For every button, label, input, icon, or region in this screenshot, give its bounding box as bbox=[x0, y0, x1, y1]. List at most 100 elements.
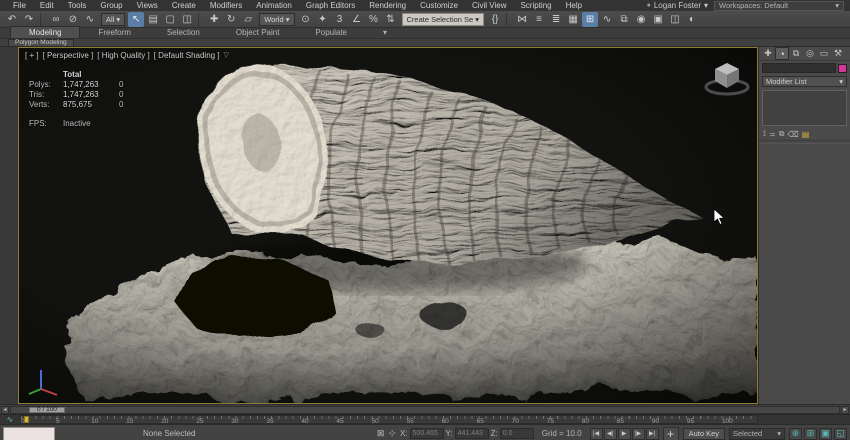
zoom-extents-icon[interactable]: ▣ bbox=[819, 428, 832, 440]
x-coordinate-field[interactable]: 500.465 bbox=[410, 428, 444, 439]
select-and-manipulate-icon[interactable]: ✦ bbox=[315, 12, 331, 27]
go-to-start-button[interactable]: |◀ bbox=[590, 428, 603, 440]
display-tab[interactable]: ▭ bbox=[817, 47, 831, 60]
workspace-dropdown[interactable]: Workspaces: Default ▾ bbox=[714, 1, 844, 11]
select-by-name-icon[interactable]: ▤ bbox=[145, 12, 161, 27]
render-setup-icon[interactable]: ▣ bbox=[650, 12, 666, 27]
z-coordinate-field[interactable]: 0.0 bbox=[500, 428, 534, 439]
menu-item[interactable]: Create bbox=[165, 1, 203, 10]
polygon-modeling-panel-tab[interactable]: Polygon Modeling bbox=[8, 39, 74, 47]
absolute-offset-mode-icon[interactable]: ⊹ bbox=[388, 428, 396, 439]
previous-frame-button[interactable]: ◀| bbox=[604, 428, 617, 440]
object-color-swatch[interactable] bbox=[838, 64, 847, 73]
viewport-nav-menu[interactable]: [ + ] bbox=[25, 51, 39, 60]
zoom-icon[interactable]: ⊕ bbox=[789, 428, 802, 440]
time-slider-track[interactable]: 0 / 100 bbox=[10, 406, 840, 414]
layer-manager-icon[interactable]: ≣ bbox=[548, 12, 564, 27]
account-menu[interactable]: ● Logan Foster ▾ bbox=[641, 1, 714, 10]
scene-explorer-icon[interactable]: ▦ bbox=[565, 12, 581, 27]
rect-selection-region-icon[interactable]: ▢ bbox=[162, 12, 178, 27]
modifier-list-dropdown[interactable]: Modifier List ▾ bbox=[762, 76, 847, 87]
ribbon-tab-freeform[interactable]: Freeform bbox=[80, 27, 148, 38]
create-selection-set-field[interactable]: Create Selection Se ▾ bbox=[402, 13, 485, 26]
viewport-shading-menu[interactable]: [ Default Shading ] bbox=[154, 51, 220, 60]
motion-tab[interactable]: ◎ bbox=[803, 47, 817, 60]
bind-to-spacewarp-icon[interactable]: ∿ bbox=[82, 12, 98, 27]
undo-icon[interactable]: ↶ bbox=[4, 12, 20, 27]
menu-item[interactable]: Graph Editors bbox=[299, 1, 362, 10]
y-coordinate-field[interactable]: 441.443 bbox=[455, 428, 489, 439]
ribbon-tab-object-paint[interactable]: Object Paint bbox=[218, 27, 298, 38]
previous-frame-arrow[interactable]: ◂ bbox=[1, 406, 9, 414]
menu-item[interactable]: Views bbox=[130, 1, 165, 10]
pin-stack-icon[interactable]: ⟟ bbox=[763, 129, 766, 139]
hierarchy-tab[interactable]: ⧉ bbox=[789, 47, 803, 60]
menu-item[interactable]: Animation bbox=[249, 1, 299, 10]
make-unique-icon[interactable]: ⧉ bbox=[779, 129, 785, 139]
select-and-move-icon[interactable]: ✚ bbox=[206, 12, 222, 27]
menu-item[interactable]: Scripting bbox=[513, 1, 558, 10]
mini-curve-editor-icon[interactable]: ∿ bbox=[0, 415, 20, 424]
menu-item[interactable]: Tools bbox=[61, 1, 94, 10]
menu-item[interactable]: File bbox=[6, 1, 33, 10]
render-production-icon[interactable]: ◐ bbox=[684, 12, 700, 27]
window-crossing-icon[interactable]: ◫ bbox=[179, 12, 195, 27]
material-editor-icon[interactable]: ◉ bbox=[633, 12, 649, 27]
maxscript-mini-listener[interactable] bbox=[3, 427, 55, 440]
menu-item[interactable]: Rendering bbox=[362, 1, 413, 10]
viewport-quality-menu[interactable]: [ High Quality ] bbox=[97, 51, 149, 60]
rendered-frame-icon[interactable]: ◫ bbox=[667, 12, 683, 27]
menu-item[interactable]: Modifiers bbox=[203, 1, 249, 10]
align-icon[interactable]: ≡ bbox=[531, 12, 547, 27]
modifier-stack-list[interactable] bbox=[762, 90, 847, 126]
current-frame-marker[interactable] bbox=[24, 416, 29, 423]
ribbon-toggle-icon[interactable]: ⊞ bbox=[582, 12, 598, 27]
viewport-pov-menu[interactable]: [ Perspective ] bbox=[43, 51, 94, 60]
menu-item[interactable]: Help bbox=[559, 1, 589, 10]
ribbon-tab-selection[interactable]: Selection bbox=[149, 27, 218, 38]
ribbon-tab-populate[interactable]: Populate bbox=[297, 27, 365, 38]
maximize-viewport-icon[interactable]: ◱ bbox=[834, 428, 847, 440]
select-object-icon[interactable]: ↖ bbox=[128, 12, 144, 27]
utilities-tab[interactable]: ⚒ bbox=[831, 47, 845, 60]
unlink-selection-icon[interactable]: ⊘ bbox=[65, 12, 81, 27]
ribbon-minimize-icon[interactable]: ▾ bbox=[365, 27, 405, 38]
configure-modifier-sets-icon[interactable]: ▤ bbox=[802, 130, 810, 139]
menu-item[interactable]: Customize bbox=[413, 1, 465, 10]
viewcube[interactable] bbox=[703, 56, 751, 98]
selection-lock-icon[interactable]: ⊠ bbox=[377, 428, 385, 439]
percent-snap-icon[interactable]: % bbox=[366, 12, 382, 27]
next-frame-arrow[interactable]: ▸ bbox=[841, 406, 849, 414]
angle-snap-icon[interactable]: ∠ bbox=[349, 12, 365, 27]
remove-modifier-icon[interactable]: ⌫ bbox=[787, 130, 798, 139]
show-end-result-icon[interactable]: ≍ bbox=[769, 130, 776, 139]
menu-item[interactable]: Group bbox=[93, 1, 129, 10]
track-bar-ruler[interactable]: 0510152025303540455055606570758085909510… bbox=[20, 415, 758, 424]
modify-tab[interactable]: ◔ bbox=[775, 47, 789, 60]
snaps-toggle-icon[interactable]: 3 bbox=[332, 12, 348, 27]
object-name-field[interactable] bbox=[762, 63, 836, 73]
select-and-link-icon[interactable]: ∞ bbox=[48, 12, 64, 27]
key-filter-dropdown[interactable]: Selected ▾ bbox=[729, 428, 785, 440]
spinner-snap-icon[interactable]: ⇅ bbox=[383, 12, 399, 27]
select-and-rotate-icon[interactable]: ↻ bbox=[223, 12, 239, 27]
set-key-button[interactable]: + bbox=[663, 427, 679, 440]
ribbon-tab-modeling[interactable]: Modeling bbox=[10, 26, 80, 38]
next-frame-button[interactable]: |▶ bbox=[632, 428, 645, 440]
use-pivot-center-icon[interactable]: ⊙ bbox=[298, 12, 314, 27]
time-slider-handle[interactable]: 0 / 100 bbox=[29, 407, 65, 413]
schematic-view-icon[interactable]: ⧉ bbox=[616, 12, 632, 27]
edit-named-sets-icon[interactable]: {} bbox=[487, 12, 503, 27]
viewport-filter-icon[interactable]: ▽ bbox=[224, 51, 229, 60]
create-tab[interactable]: ✚ bbox=[761, 47, 775, 60]
play-button[interactable]: ▶ bbox=[618, 428, 631, 440]
go-to-end-button[interactable]: ▶| bbox=[646, 428, 659, 440]
redo-icon[interactable]: ↷ bbox=[21, 12, 37, 27]
menu-item[interactable]: Edit bbox=[33, 1, 61, 10]
zoom-all-icon[interactable]: ⊞ bbox=[804, 428, 817, 440]
menu-item[interactable]: Civil View bbox=[465, 1, 514, 10]
mirror-icon[interactable]: ⋈ bbox=[514, 12, 530, 27]
selection-filter-dropdown[interactable]: All ▾ bbox=[101, 13, 125, 26]
reference-coordinate-dropdown[interactable]: World ▾ bbox=[259, 13, 294, 26]
select-and-scale-icon[interactable]: ▱ bbox=[240, 12, 256, 27]
